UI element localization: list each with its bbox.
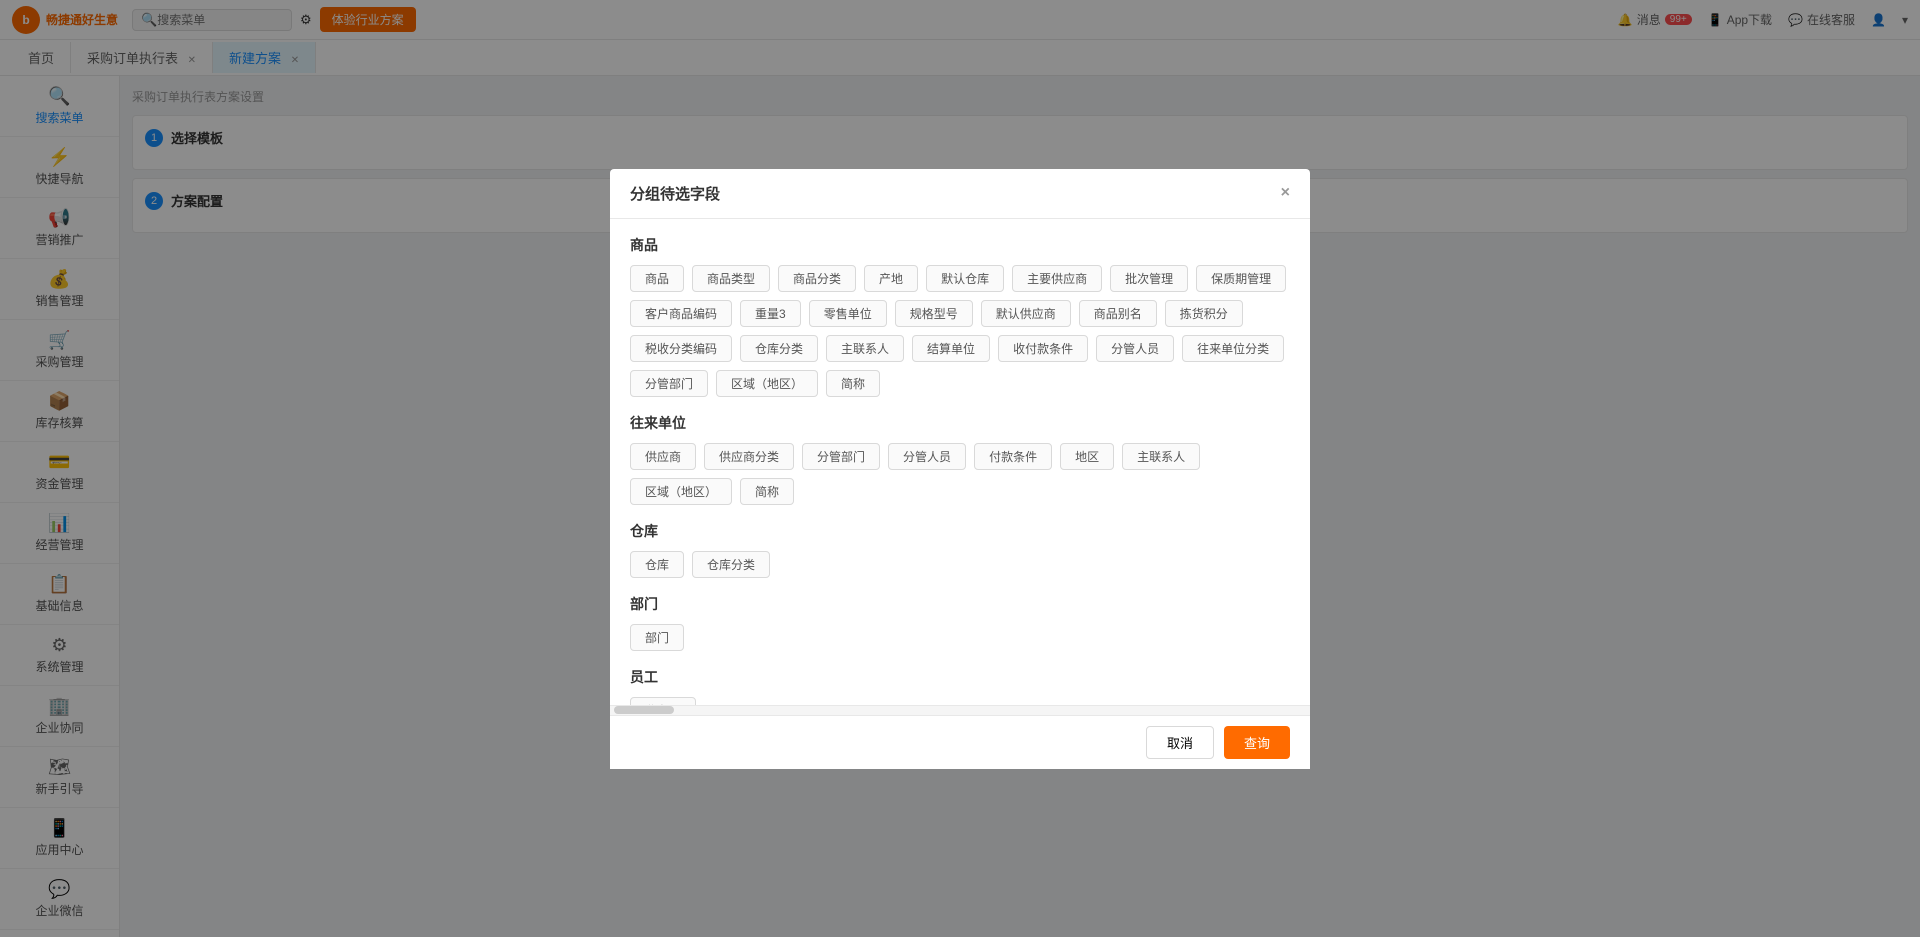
field-tag-goods-9[interactable]: 重量3: [740, 300, 801, 327]
field-tag-partner-4[interactable]: 付款条件: [974, 443, 1052, 470]
section-goods: 商品 商品 商品类型 商品分类 产地 默认仓库 主要供应商 批次管理 保质期管理…: [630, 235, 1290, 397]
modal-hscrollbar[interactable]: [610, 705, 1310, 714]
field-tag-partner-2[interactable]: 分管部门: [802, 443, 880, 470]
goods-field-tags: 商品 商品类型 商品分类 产地 默认仓库 主要供应商 批次管理 保质期管理 客户…: [630, 265, 1290, 397]
field-tag-goods-13[interactable]: 商品别名: [1079, 300, 1157, 327]
field-tag-goods-8[interactable]: 客户商品编码: [630, 300, 732, 327]
employee-field-tags: 业务员: [630, 697, 1290, 706]
field-tag-goods-2[interactable]: 商品分类: [778, 265, 856, 292]
warehouse-field-tags: 仓库 仓库分类: [630, 551, 1290, 578]
modal-dialog: 分组待选字段 × 商品 商品 商品类型 商品分类 产地 默认仓库 主要供应商 批…: [610, 169, 1310, 769]
modal-body: 商品 商品 商品类型 商品分类 产地 默认仓库 主要供应商 批次管理 保质期管理…: [610, 219, 1310, 706]
section-warehouse-title: 仓库: [630, 521, 1290, 541]
field-tag-partner-8[interactable]: 简称: [740, 478, 794, 505]
hscroll-thumb[interactable]: [614, 706, 674, 714]
section-employee-title: 员工: [630, 667, 1290, 687]
section-department: 部门 部门: [630, 594, 1290, 651]
field-tag-goods-23[interactable]: 区域（地区）: [716, 370, 818, 397]
field-tag-goods-12[interactable]: 默认供应商: [981, 300, 1071, 327]
partner-field-tags: 供应商 供应商分类 分管部门 分管人员 付款条件 地区 主联系人 区域（地区） …: [630, 443, 1290, 505]
field-tag-goods-5[interactable]: 主要供应商: [1012, 265, 1102, 292]
field-tag-goods-15[interactable]: 税收分类编码: [630, 335, 732, 362]
field-tag-goods-20[interactable]: 分管人员: [1096, 335, 1174, 362]
field-tag-goods-16[interactable]: 仓库分类: [740, 335, 818, 362]
modal-close-button[interactable]: ×: [1281, 184, 1290, 202]
field-tag-goods-17[interactable]: 主联系人: [826, 335, 904, 362]
section-employee: 员工 业务员: [630, 667, 1290, 706]
section-warehouse: 仓库 仓库 仓库分类: [630, 521, 1290, 578]
field-tag-goods-4[interactable]: 默认仓库: [926, 265, 1004, 292]
field-tag-emp-0[interactable]: 业务员: [630, 697, 696, 706]
field-tag-goods-0[interactable]: 商品: [630, 265, 684, 292]
field-tag-goods-10[interactable]: 零售单位: [809, 300, 887, 327]
field-tag-goods-24[interactable]: 简称: [826, 370, 880, 397]
field-tag-warehouse-1[interactable]: 仓库分类: [692, 551, 770, 578]
field-tag-goods-1[interactable]: 商品类型: [692, 265, 770, 292]
modal-overlay: 分组待选字段 × 商品 商品 商品类型 商品分类 产地 默认仓库 主要供应商 批…: [0, 0, 1920, 937]
field-tag-dept-0[interactable]: 部门: [630, 624, 684, 651]
modal-header: 分组待选字段 ×: [610, 169, 1310, 219]
section-goods-title: 商品: [630, 235, 1290, 255]
modal-footer: 取消 查询: [610, 715, 1310, 769]
field-tag-partner-1[interactable]: 供应商分类: [704, 443, 794, 470]
section-partner: 往来单位 供应商 供应商分类 分管部门 分管人员 付款条件 地区 主联系人 区域…: [630, 413, 1290, 505]
field-tag-goods-6[interactable]: 批次管理: [1110, 265, 1188, 292]
field-tag-goods-18[interactable]: 结算单位: [912, 335, 990, 362]
field-tag-partner-0[interactable]: 供应商: [630, 443, 696, 470]
department-field-tags: 部门: [630, 624, 1290, 651]
field-tag-partner-7[interactable]: 区域（地区）: [630, 478, 732, 505]
field-tag-goods-21[interactable]: 往来单位分类: [1182, 335, 1284, 362]
confirm-button[interactable]: 查询: [1224, 726, 1290, 759]
field-tag-goods-3[interactable]: 产地: [864, 265, 918, 292]
field-tag-goods-14[interactable]: 拣货积分: [1165, 300, 1243, 327]
field-tag-partner-6[interactable]: 主联系人: [1122, 443, 1200, 470]
section-partner-title: 往来单位: [630, 413, 1290, 433]
field-tag-goods-7[interactable]: 保质期管理: [1196, 265, 1286, 292]
field-tag-goods-11[interactable]: 规格型号: [895, 300, 973, 327]
field-tag-warehouse-0[interactable]: 仓库: [630, 551, 684, 578]
cancel-button[interactable]: 取消: [1146, 726, 1214, 759]
field-tag-goods-19[interactable]: 收付款条件: [998, 335, 1088, 362]
field-tag-partner-5[interactable]: 地区: [1060, 443, 1114, 470]
field-tag-goods-22[interactable]: 分管部门: [630, 370, 708, 397]
section-department-title: 部门: [630, 594, 1290, 614]
modal-title: 分组待选字段: [630, 183, 720, 204]
field-tag-partner-3[interactable]: 分管人员: [888, 443, 966, 470]
